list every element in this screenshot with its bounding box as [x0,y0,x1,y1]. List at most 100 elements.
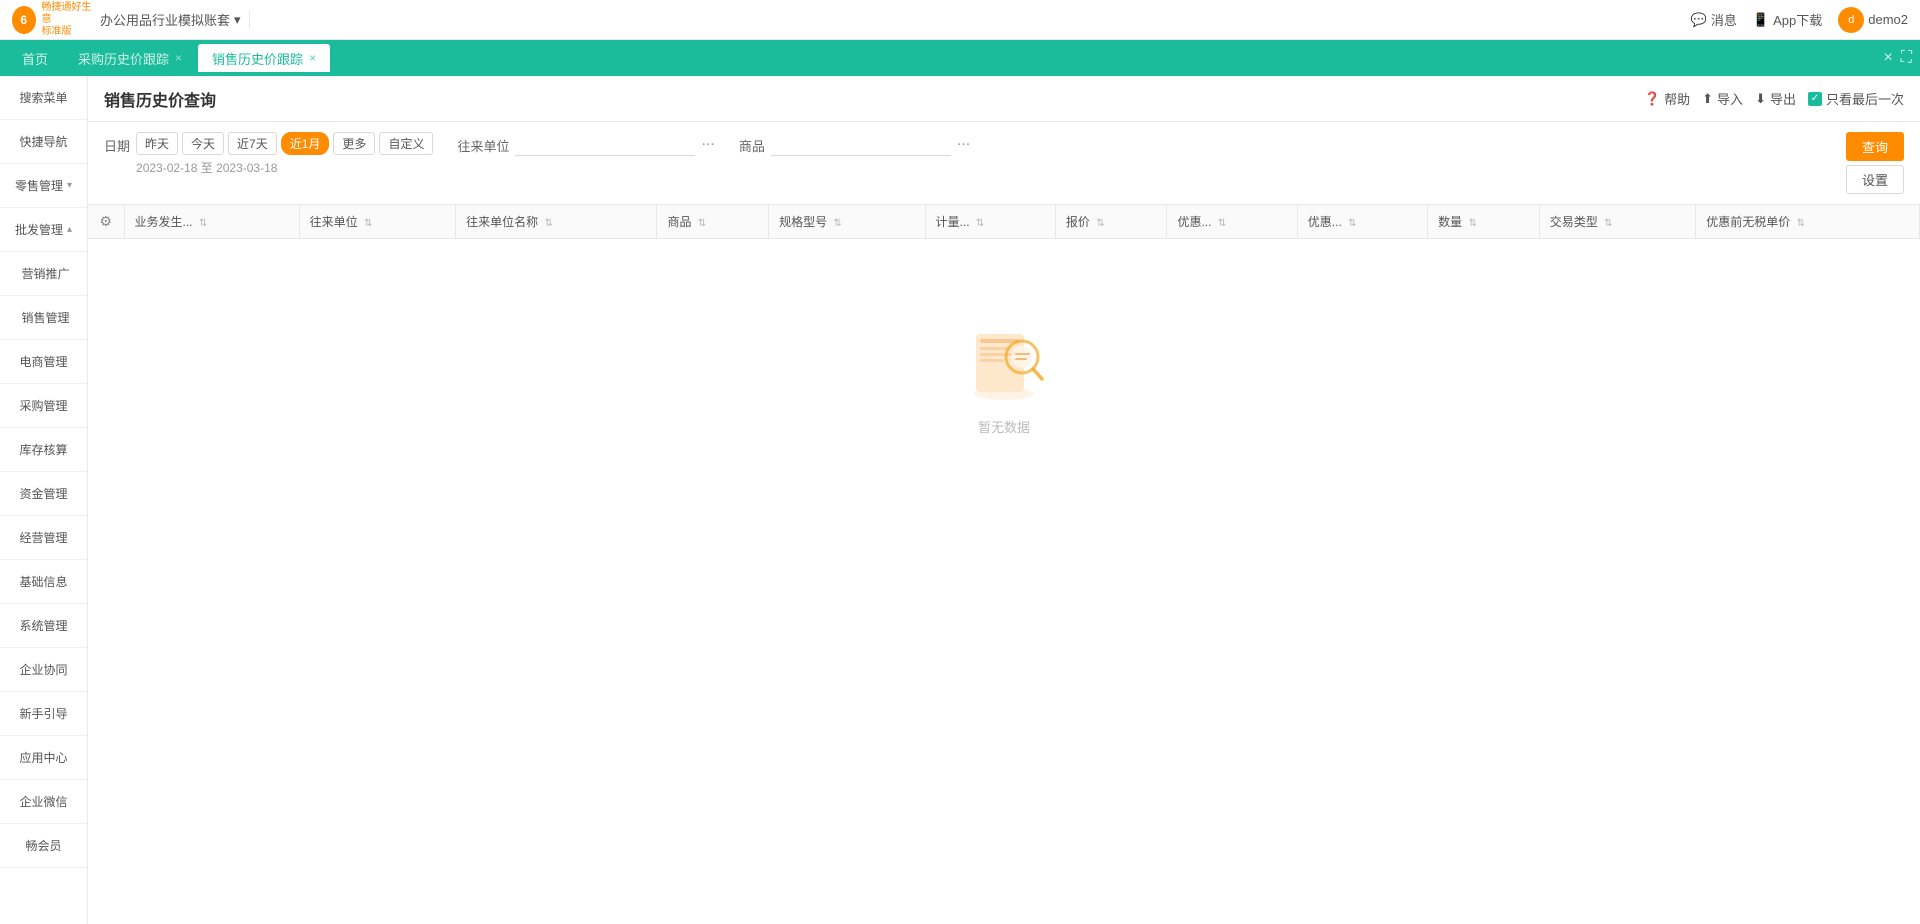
sidebar-item-operations-mgmt[interactable]: 经营管理 [0,516,87,560]
sidebar-item-purchase-mgmt[interactable]: 采购管理 [0,384,87,428]
table-col-unit[interactable]: 计量... ⇅ [925,205,1055,239]
counterpart-picker-btn[interactable]: ... [701,132,714,150]
goods-picker-btn[interactable]: ... [957,132,970,150]
tab-home[interactable]: 首页 [8,44,62,72]
sidebar: 搜索菜单 快捷导航 零售管理 ▾ 批发管理 ▴ 营销推广 销售管理 电商管理 采… [0,76,88,924]
checkbox-icon [1808,92,1822,106]
message-button[interactable]: 💬 消息 [1691,10,1737,29]
tab-bar: 首页 采购历史价跟踪 × 销售历史价跟踪 × × ⛶ [0,40,1920,76]
goods-input[interactable] [771,132,951,156]
close-window-button[interactable]: × [1883,49,1892,67]
app-download-button[interactable]: 📱 App下载 [1753,10,1822,29]
query-button[interactable]: 查询 [1846,132,1904,161]
user-menu[interactable]: d demo2 [1838,7,1908,33]
tab-bar-end: × ⛶ [1883,49,1912,67]
logo-icon: 6 [12,6,36,34]
content-area: 销售历史价查询 ❓ 帮助 ⬆ 导入 ⬇ 导出 只看最后一次 [88,76,1920,924]
sidebar-item-inventory[interactable]: 库存核算 [0,428,87,472]
counterpart-label: 往来单位 [457,132,509,155]
avatar: d [1838,7,1864,33]
empty-svg [954,319,1054,409]
chevron-down-icon: ▾ [67,180,72,191]
sidebar-item-marketing[interactable]: 营销推广 [0,252,87,296]
table-col-counterpart-name[interactable]: 往来单位名称 ⇅ [456,205,657,239]
account-dropdown[interactable]: 办公用品行业模拟账套 ▾ [92,10,250,29]
help-icon: ❓ [1644,91,1660,107]
sort-icon: ⇅ [544,218,552,229]
sort-icon: ⇅ [1096,218,1104,229]
sidebar-item-finance-mgmt[interactable]: 资金管理 [0,472,87,516]
empty-illustration: 暂无数据 [954,319,1054,436]
sidebar-item-ecommerce-mgmt[interactable]: 电商管理 [0,340,87,384]
date-buttons: 昨天 今天 近7天 近1月 更多 自定义 [136,132,433,155]
sort-icon: ⇅ [976,218,984,229]
date-btn-today[interactable]: 今天 [182,132,224,155]
sidebar-item-enterprise-collab[interactable]: 企业协同 [0,648,87,692]
header-actions: 💬 消息 📱 App下载 d demo2 [1691,7,1908,33]
gear-icon[interactable]: ⚙ [99,213,112,229]
goods-filter-group: 商品 ... [739,132,970,156]
tab-purchase-history[interactable]: 采购历史价跟踪 × [64,44,196,72]
sidebar-item-sales-mgmt[interactable]: 销售管理 [0,296,87,340]
help-button[interactable]: ❓ 帮助 [1644,89,1690,108]
table-header: ⚙ 业务发生... ⇅ 往来单位 ⇅ 往来单位名称 ⇅ [88,205,1920,239]
table-col-biz-date[interactable]: 业务发生... ⇅ [124,205,299,239]
sort-icon: ⇅ [1218,218,1226,229]
date-btn-7days[interactable]: 近7天 [228,132,277,155]
message-icon: 💬 [1691,12,1707,28]
tab-sales-history[interactable]: 销售历史价跟踪 × [198,44,330,72]
export-icon: ⬇ [1755,91,1766,107]
filter-actions: 查询 设置 [1846,132,1904,194]
table-col-quote[interactable]: 报价 ⇅ [1055,205,1167,239]
table-col-discount1[interactable]: 优惠... ⇅ [1167,205,1297,239]
table-header-row: ⚙ 业务发生... ⇅ 往来单位 ⇅ 往来单位名称 ⇅ [88,205,1920,239]
table-col-counterpart-code[interactable]: 往来单位 ⇅ [299,205,455,239]
sidebar-item-system-mgmt[interactable]: 系统管理 [0,604,87,648]
sidebar-item-beginner-guide[interactable]: 新手引导 [0,692,87,736]
sidebar-item-member[interactable]: 畅会员 [0,824,87,868]
date-btn-custom[interactable]: 自定义 [379,132,433,155]
sort-icon: ⇅ [364,218,372,229]
sort-icon: ⇅ [833,218,841,229]
date-options: 昨天 今天 近7天 近1月 更多 自定义 2023-02-18 至 2023-0… [136,132,433,176]
page-title: 销售历史价查询 [104,87,216,111]
table-col-pretax-price[interactable]: 优惠前无税单价 ⇅ [1696,205,1920,239]
table-container: ⚙ 业务发生... ⇅ 往来单位 ⇅ 往来单位名称 ⇅ [88,205,1920,924]
expand-window-button[interactable]: ⛶ [1901,49,1912,67]
logo-text: 畅捷通好生意 标准版 [42,2,92,38]
filter-bar: 日期 昨天 今天 近7天 近1月 更多 自定义 2023-02-18 至 202… [88,122,1920,205]
chevron-down-icon: ▾ [234,12,241,28]
chevron-up-icon: ▴ [67,224,72,235]
only-last-checkbox[interactable]: 只看最后一次 [1808,89,1904,108]
sidebar-item-wholesale-mgmt[interactable]: 批发管理 ▴ [0,208,87,252]
main-layout: 搜索菜单 快捷导航 零售管理 ▾ 批发管理 ▴ 营销推广 销售管理 电商管理 采… [0,76,1920,924]
date-btn-more[interactable]: 更多 [333,132,375,155]
sidebar-item-search-menu[interactable]: 搜索菜单 [0,76,87,120]
table-col-goods[interactable]: 商品 ⇅ [657,205,769,239]
sort-icon: ⇅ [199,218,207,229]
logo: 6 畅捷通好生意 标准版 [12,2,92,38]
table-col-gear[interactable]: ⚙ [88,205,124,239]
empty-text: 暂无数据 [978,417,1030,436]
sidebar-item-basic-info[interactable]: 基础信息 [0,560,87,604]
table-col-quantity[interactable]: 数量 ⇅ [1428,205,1540,239]
export-button[interactable]: ⬇ 导出 [1755,89,1796,108]
date-btn-yesterday[interactable]: 昨天 [136,132,178,155]
import-button[interactable]: ⬆ 导入 [1702,89,1743,108]
download-icon: 📱 [1753,12,1769,28]
empty-state: 暂无数据 [88,239,1920,516]
counterpart-input[interactable] [515,132,695,156]
sidebar-item-retail-mgmt[interactable]: 零售管理 ▾ [0,164,87,208]
sidebar-item-enterprise-wechat[interactable]: 企业微信 [0,780,87,824]
sidebar-item-app-center[interactable]: 应用中心 [0,736,87,780]
settings-button[interactable]: 设置 [1846,165,1904,194]
data-table: ⚙ 业务发生... ⇅ 往来单位 ⇅ 往来单位名称 ⇅ [88,205,1920,239]
table-col-spec[interactable]: 规格型号 ⇅ [769,205,925,239]
table-col-discount2[interactable]: 优惠... ⇅ [1297,205,1427,239]
date-btn-1month[interactable]: 近1月 [281,132,330,155]
tab-close-purchase[interactable]: × [175,51,182,65]
sidebar-item-quick-nav[interactable]: 快捷导航 [0,120,87,164]
date-label: 日期 [104,132,130,155]
tab-close-sales[interactable]: × [309,51,316,65]
table-col-trade-type[interactable]: 交易类型 ⇅ [1539,205,1695,239]
